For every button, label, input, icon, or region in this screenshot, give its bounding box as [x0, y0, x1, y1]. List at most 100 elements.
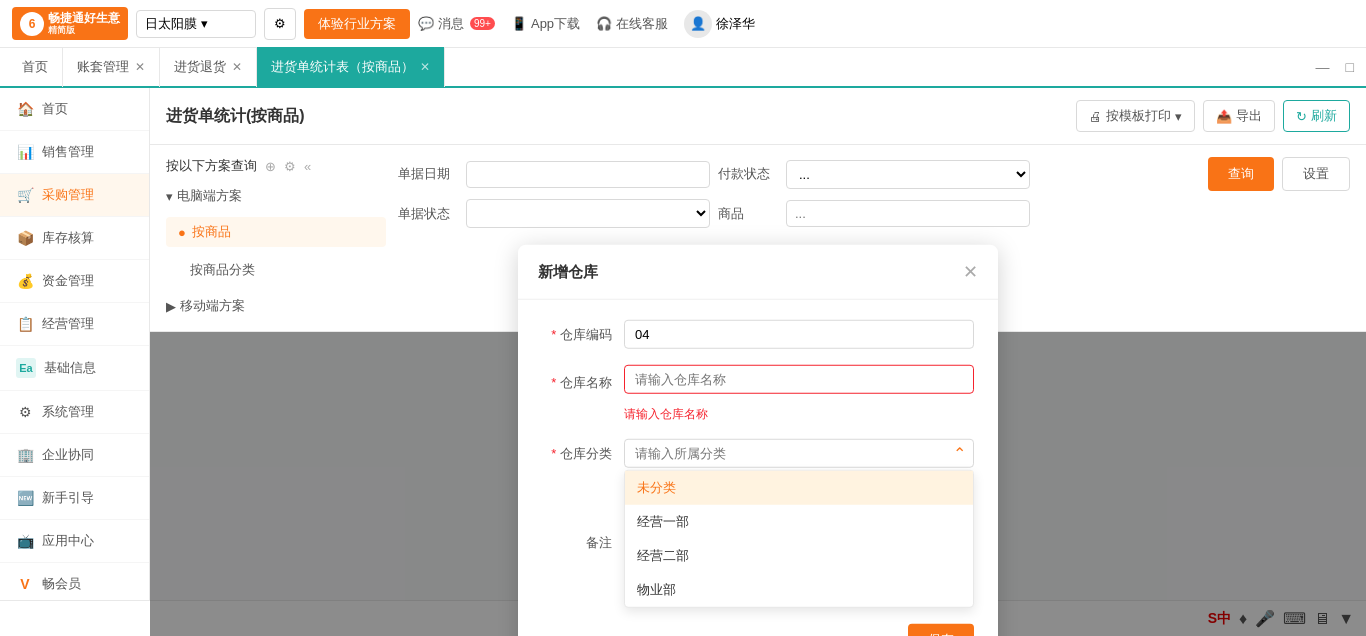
filter-title-text: 按以下方案查询: [166, 157, 257, 175]
dropdown-arrow-icon: ▾: [201, 16, 208, 31]
maximize-button[interactable]: □: [1342, 55, 1358, 79]
filter-status-row: 单据状态: [398, 199, 710, 228]
sidebar-label-appcenter: 应用中心: [42, 532, 94, 550]
radio-icon: ●: [178, 225, 186, 240]
logo-sub: 精简版: [48, 25, 120, 36]
date-label: 单据日期: [398, 165, 458, 183]
sidebar-label-vip: 畅会员: [42, 575, 81, 593]
tab-purchase-stats-label: 进货单统计表（按商品）: [271, 58, 414, 76]
tab-purchase-stats[interactable]: 进货单统计表（按商品） ✕: [257, 47, 445, 87]
message-label: 消息: [438, 15, 464, 33]
print-dropdown-icon: ▾: [1175, 109, 1182, 124]
sidebar-item-home[interactable]: 🏠 首页: [0, 88, 149, 131]
collapse-icon[interactable]: «: [304, 159, 311, 174]
content-area: 🔍 ⊙ 请选择右侧的方案 ⊙ 用[过滤]条件来缩小分析范围 新增仓库 ✕: [150, 332, 1366, 636]
sidebar-item-basic[interactable]: Ea 基础信息: [0, 346, 149, 391]
tabbar: 首页 账套管理 ✕ 进货退货 ✕ 进货单统计表（按商品） ✕ — □: [0, 48, 1366, 88]
dialog-title: 新增仓库: [538, 262, 598, 281]
dialog-body: 仓库编码 仓库名称 请输入仓库名称: [518, 300, 998, 624]
plan-settings-icon[interactable]: ⚙: [284, 159, 296, 174]
code-input[interactable]: [624, 320, 974, 349]
plan-mobile-collapse-icon[interactable]: ▶: [166, 299, 176, 314]
product-input[interactable]: [786, 200, 1030, 227]
tab-accounts[interactable]: 账套管理 ✕: [63, 47, 160, 87]
system-icon: ⚙: [16, 403, 34, 421]
tab-accounts-close[interactable]: ✕: [135, 60, 145, 74]
tab-home-label: 首页: [22, 58, 48, 76]
store-selector[interactable]: 日太阳膜 ▾: [136, 10, 256, 38]
add-plan-icon[interactable]: ⊕: [265, 159, 276, 174]
export-button[interactable]: 📤 导出: [1203, 100, 1275, 132]
sidebar-item-enterprise[interactable]: 🏢 企业协同: [0, 434, 149, 477]
trial-button[interactable]: 体验行业方案: [304, 9, 410, 39]
appcenter-icon: 📺: [16, 532, 34, 550]
dialog-close-button[interactable]: ✕: [963, 261, 978, 283]
page-title: 进货单统计(按商品): [166, 106, 305, 127]
print-icon: 🖨: [1089, 109, 1102, 124]
enterprise-icon: 🏢: [16, 446, 34, 464]
dropdown-item-operation1[interactable]: 经营一部: [625, 505, 973, 539]
plan-mobile-header: ▶ 移动端方案: [166, 293, 386, 319]
dialog-footer: 保存: [518, 624, 998, 636]
sidebar-item-purchase[interactable]: 🛒 采购管理: [0, 174, 149, 217]
category-dropdown: 未分类 经营一部 经营二部 物业部: [624, 470, 974, 608]
sidebar-label-finance: 资金管理: [42, 272, 94, 290]
message-button[interactable]: 💬 消息 99+: [418, 15, 495, 33]
product-label: 商品: [718, 205, 778, 223]
tab-home[interactable]: 首页: [8, 47, 63, 87]
refresh-button[interactable]: ↻ 刷新: [1283, 100, 1350, 132]
dropdown-item-property[interactable]: 物业部: [625, 573, 973, 607]
page-actions: 🖨 按模板打印 ▾ 📤 导出 ↻ 刷新: [1076, 100, 1350, 132]
sidebar-item-system[interactable]: ⚙ 系统管理: [0, 391, 149, 434]
settings-button[interactable]: ⚙: [264, 8, 296, 40]
status-select[interactable]: [466, 199, 710, 228]
category-row: 仓库分类 ⌃ 未分类 经营一部 经营二部 物业部: [542, 439, 974, 468]
gear-icon: ⚙: [274, 16, 286, 31]
name-input[interactable]: [624, 365, 974, 394]
export-label: 导出: [1236, 107, 1262, 125]
category-input[interactable]: [624, 439, 974, 468]
purchase-icon: 🛒: [16, 186, 34, 204]
payment-select[interactable]: ...: [786, 160, 1030, 189]
page-header: 进货单统计(按商品) 🖨 按模板打印 ▾ 📤 导出 ↻ 刷新: [150, 88, 1366, 145]
headset-icon: 🎧: [596, 16, 612, 31]
app-icon: 📱: [511, 16, 527, 31]
settings-button-filter[interactable]: 设置: [1282, 157, 1350, 191]
tab-purchase-stats-close[interactable]: ✕: [420, 60, 430, 74]
filter-fields: 单据日期 付款状态 ... 查询 设置: [398, 157, 1350, 228]
plan-item-category[interactable]: 按商品分类: [166, 255, 386, 285]
sidebar-label-inventory: 库存核算: [42, 229, 94, 247]
sidebar-item-inventory[interactable]: 📦 库存核算: [0, 217, 149, 260]
message-icon: 💬: [418, 16, 434, 31]
dropdown-item-unclassified[interactable]: 未分类: [625, 471, 973, 505]
app-download-button[interactable]: 📱 App下载: [511, 15, 580, 33]
name-label: 仓库名称: [542, 367, 612, 391]
sidebar-label-enterprise: 企业协同: [42, 446, 94, 464]
basic-icon: Ea: [16, 358, 36, 378]
tab-purchase-return[interactable]: 进货退货 ✕: [160, 47, 257, 87]
online-service-button[interactable]: 🎧 在线客服: [596, 15, 668, 33]
print-button[interactable]: 🖨 按模板打印 ▾: [1076, 100, 1195, 132]
sidebar-label-guide: 新手引导: [42, 489, 94, 507]
minimize-button[interactable]: —: [1312, 55, 1334, 79]
vip-icon: V: [16, 575, 34, 593]
tab-purchase-return-close[interactable]: ✕: [232, 60, 242, 74]
dropdown-item-operation2[interactable]: 经营二部: [625, 539, 973, 573]
query-button[interactable]: 查询: [1208, 157, 1274, 191]
sidebar-item-appcenter[interactable]: 📺 应用中心: [0, 520, 149, 563]
user-profile[interactable]: 👤 徐泽华: [684, 10, 755, 38]
code-row: 仓库编码: [542, 320, 974, 349]
sidebar-item-finance[interactable]: 💰 资金管理: [0, 260, 149, 303]
date-input[interactable]: [466, 161, 710, 188]
save-button[interactable]: 保存: [908, 624, 974, 636]
avatar: 👤: [684, 10, 712, 38]
sidebar-item-guide[interactable]: 🆕 新手引导: [0, 477, 149, 520]
sidebar: 🏠 首页 📊 销售管理 🛒 采购管理 📦 库存核算 💰 资金管理 📋 经营管理 …: [0, 88, 150, 636]
sidebar-item-sales[interactable]: 📊 销售管理: [0, 131, 149, 174]
sidebar-item-operation[interactable]: 📋 经营管理: [0, 303, 149, 346]
plan-item-product[interactable]: ● 按商品: [166, 217, 386, 247]
plan-collapse-icon[interactable]: ▾: [166, 189, 173, 204]
filter-title: 按以下方案查询 ⊕ ⚙ «: [166, 157, 386, 175]
refresh-label: 刷新: [1311, 107, 1337, 125]
refresh-icon: ↻: [1296, 109, 1307, 124]
